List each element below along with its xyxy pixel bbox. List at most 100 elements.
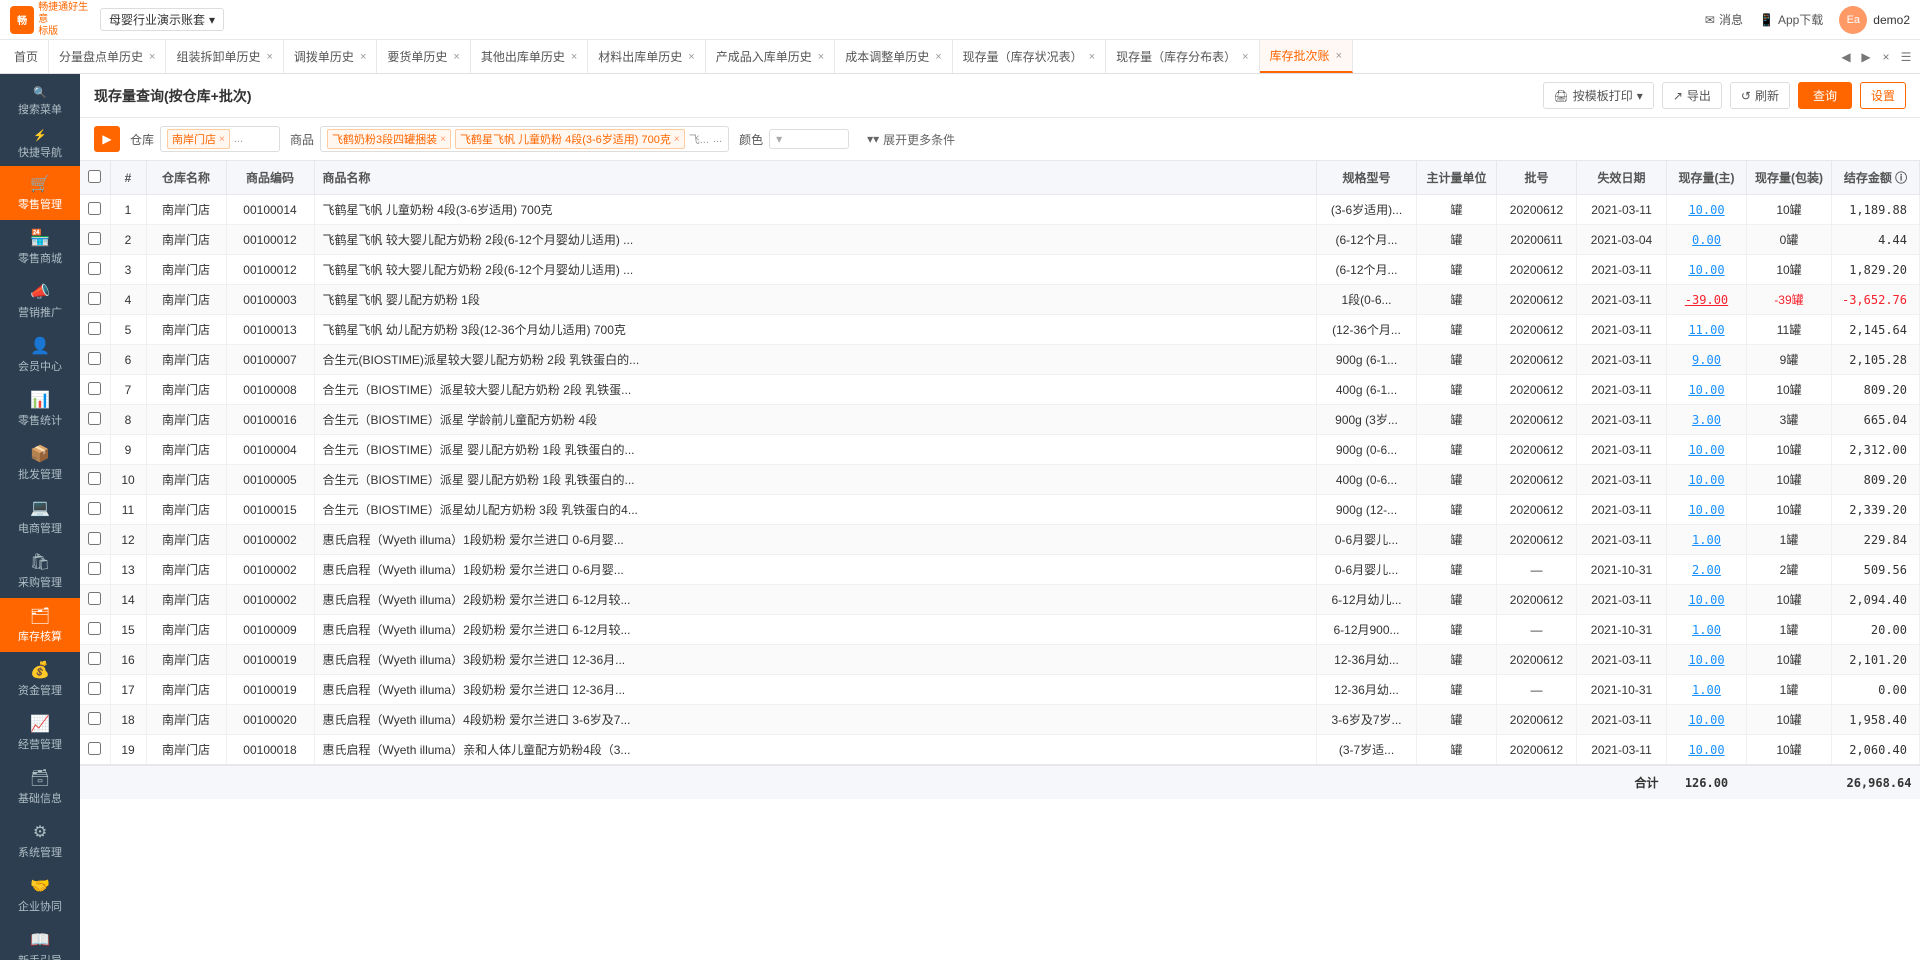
- td-qty[interactable]: 10.00: [1667, 705, 1747, 735]
- td-qty[interactable]: 10.00: [1667, 585, 1747, 615]
- td-check[interactable]: [80, 435, 110, 465]
- sidebar-item-marketing[interactable]: 📣 营销推广: [0, 274, 80, 328]
- sidebar-item-purchase[interactable]: 🛍 采购管理: [0, 544, 80, 598]
- td-qty[interactable]: 10.00: [1667, 435, 1747, 465]
- td-check[interactable]: [80, 195, 110, 225]
- tab-6[interactable]: 材料出库单历史 ×: [588, 40, 705, 73]
- td-qty[interactable]: 9.00: [1667, 345, 1747, 375]
- breadcrumb-select[interactable]: 母婴行业演示账套 ▾: [100, 8, 224, 31]
- tab-close-6[interactable]: ×: [688, 51, 694, 63]
- warehouse-tag-container[interactable]: 南岸门店 × ...: [160, 126, 280, 152]
- td-check[interactable]: [80, 705, 110, 735]
- sidebar-item-inventory[interactable]: 🗂 库存核算: [0, 598, 80, 652]
- sidebar-item-retail-shop[interactable]: 🏪 零售商城: [0, 220, 80, 274]
- tab-2[interactable]: 组装拆卸单历史 ×: [166, 40, 283, 73]
- td-qty[interactable]: 10.00: [1667, 495, 1747, 525]
- td-check[interactable]: [80, 285, 110, 315]
- sidebar-item-corp[interactable]: 🤝 企业协同: [0, 868, 80, 922]
- tab-close-9[interactable]: ×: [1089, 51, 1095, 63]
- td-qty[interactable]: 10.00: [1667, 375, 1747, 405]
- sidebar-quicknav[interactable]: ⚡ 快捷导航: [0, 123, 80, 166]
- td-qty[interactable]: 1.00: [1667, 525, 1747, 555]
- td-check[interactable]: [80, 345, 110, 375]
- product-tag-remove-1[interactable]: ×: [674, 134, 680, 145]
- export-btn[interactable]: ↗ 导出: [1662, 82, 1722, 109]
- product-tag-container[interactable]: 飞鹤奶粉3段四罐捆装 × 飞鹤星飞帆 儿童奶粉 4段(3-6岁适用) 700克 …: [320, 126, 729, 152]
- filter-expand-left-btn[interactable]: ▶: [94, 126, 120, 152]
- warehouse-tag-remove-0[interactable]: ×: [219, 134, 225, 145]
- tab-close-3[interactable]: ×: [360, 51, 366, 63]
- tab-close-7[interactable]: ×: [818, 51, 824, 63]
- tab-11[interactable]: 库存批次账 ×: [1260, 40, 1353, 73]
- tab-7[interactable]: 产成品入库单历史 ×: [706, 40, 835, 73]
- td-check[interactable]: [80, 525, 110, 555]
- query-btn[interactable]: 查询: [1798, 82, 1852, 109]
- td-qty[interactable]: 10.00: [1667, 255, 1747, 285]
- tab-9[interactable]: 现存量（库存状况表） ×: [953, 40, 1106, 73]
- td-check[interactable]: [80, 585, 110, 615]
- td-check[interactable]: [80, 645, 110, 675]
- td-check[interactable]: [80, 555, 110, 585]
- message-btn[interactable]: ✉ 消息: [1705, 11, 1743, 28]
- td-qty[interactable]: -39.00: [1667, 285, 1747, 315]
- td-qty[interactable]: 1.00: [1667, 675, 1747, 705]
- tab-8[interactable]: 成本调整单历史 ×: [835, 40, 952, 73]
- sidebar-item-retail-stat[interactable]: 📊 零售统计: [0, 382, 80, 436]
- tab-10[interactable]: 现存量（库存分布表） ×: [1106, 40, 1259, 73]
- td-check[interactable]: [80, 675, 110, 705]
- sidebar-item-system[interactable]: ⚙ 系统管理: [0, 814, 80, 868]
- tab-next-btn[interactable]: ▶: [1856, 40, 1876, 74]
- sidebar-item-retail-mgmt[interactable]: 🛒 零售管理: [0, 166, 80, 220]
- color-tag-container[interactable]: ▾: [769, 129, 849, 149]
- sidebar-item-finance[interactable]: 💰 资金管理: [0, 652, 80, 706]
- settings-btn[interactable]: 设置: [1860, 82, 1906, 109]
- td-qty[interactable]: 0.00: [1667, 225, 1747, 255]
- expand-conditions-btn[interactable]: ▾▾ 展开更多条件: [859, 127, 963, 152]
- tab-prev-btn[interactable]: ◀: [1836, 40, 1856, 74]
- sidebar-item-wholesale[interactable]: 📦 批发管理: [0, 436, 80, 490]
- td-qty[interactable]: 2.00: [1667, 555, 1747, 585]
- td-qty[interactable]: 10.00: [1667, 465, 1747, 495]
- sidebar-item-member[interactable]: 👤 会员中心: [0, 328, 80, 382]
- select-all-checkbox[interactable]: [88, 170, 101, 183]
- tab-close-11[interactable]: ×: [1336, 50, 1342, 62]
- tab-home[interactable]: 首页: [4, 40, 49, 73]
- sidebar-item-base[interactable]: 🗃 基础信息: [0, 760, 80, 814]
- td-check[interactable]: [80, 315, 110, 345]
- sidebar-item-ops[interactable]: 📈 经营管理: [0, 706, 80, 760]
- app-download-btn[interactable]: 📱 App下载: [1759, 11, 1823, 28]
- sidebar-item-ecommerce[interactable]: 💻 电商管理: [0, 490, 80, 544]
- sidebar-search[interactable]: 🔍 搜索菜单: [0, 80, 80, 123]
- tab-close-1[interactable]: ×: [149, 51, 155, 63]
- td-qty[interactable]: 10.00: [1667, 195, 1747, 225]
- tab-menu-btn[interactable]: ☰: [1896, 40, 1916, 74]
- tab-close-4[interactable]: ×: [453, 51, 459, 63]
- username-label[interactable]: demo2: [1873, 13, 1910, 27]
- sidebar-item-guide[interactable]: 📖 新手引导: [0, 922, 80, 960]
- td-check[interactable]: [80, 495, 110, 525]
- product-tag-remove-0[interactable]: ×: [440, 134, 446, 145]
- tab-4[interactable]: 要货单历史 ×: [377, 40, 470, 73]
- refresh-btn[interactable]: ↺ 刷新: [1730, 82, 1790, 109]
- td-qty[interactable]: 10.00: [1667, 735, 1747, 766]
- td-check[interactable]: [80, 225, 110, 255]
- td-qty[interactable]: 10.00: [1667, 645, 1747, 675]
- td-check[interactable]: [80, 375, 110, 405]
- td-qty[interactable]: 3.00: [1667, 405, 1747, 435]
- tab-close-5[interactable]: ×: [571, 51, 577, 63]
- td-check[interactable]: [80, 255, 110, 285]
- td-check[interactable]: [80, 615, 110, 645]
- tab-5[interactable]: 其他出库单历史 ×: [471, 40, 588, 73]
- td-check[interactable]: [80, 465, 110, 495]
- td-check[interactable]: [80, 405, 110, 435]
- tab-close-2[interactable]: ×: [266, 51, 272, 63]
- td-check[interactable]: [80, 735, 110, 766]
- td-qty[interactable]: 11.00: [1667, 315, 1747, 345]
- tab-close-10[interactable]: ×: [1242, 51, 1248, 63]
- td-qty[interactable]: 1.00: [1667, 615, 1747, 645]
- template-print-btn[interactable]: 🖨 按模板打印 ▾: [1543, 82, 1654, 109]
- tab-1[interactable]: 分量盘点单历史 ×: [49, 40, 166, 73]
- tab-3[interactable]: 调拨单历史 ×: [284, 40, 377, 73]
- tab-close-8[interactable]: ×: [935, 51, 941, 63]
- tab-close-all-btn[interactable]: ×: [1876, 40, 1896, 74]
